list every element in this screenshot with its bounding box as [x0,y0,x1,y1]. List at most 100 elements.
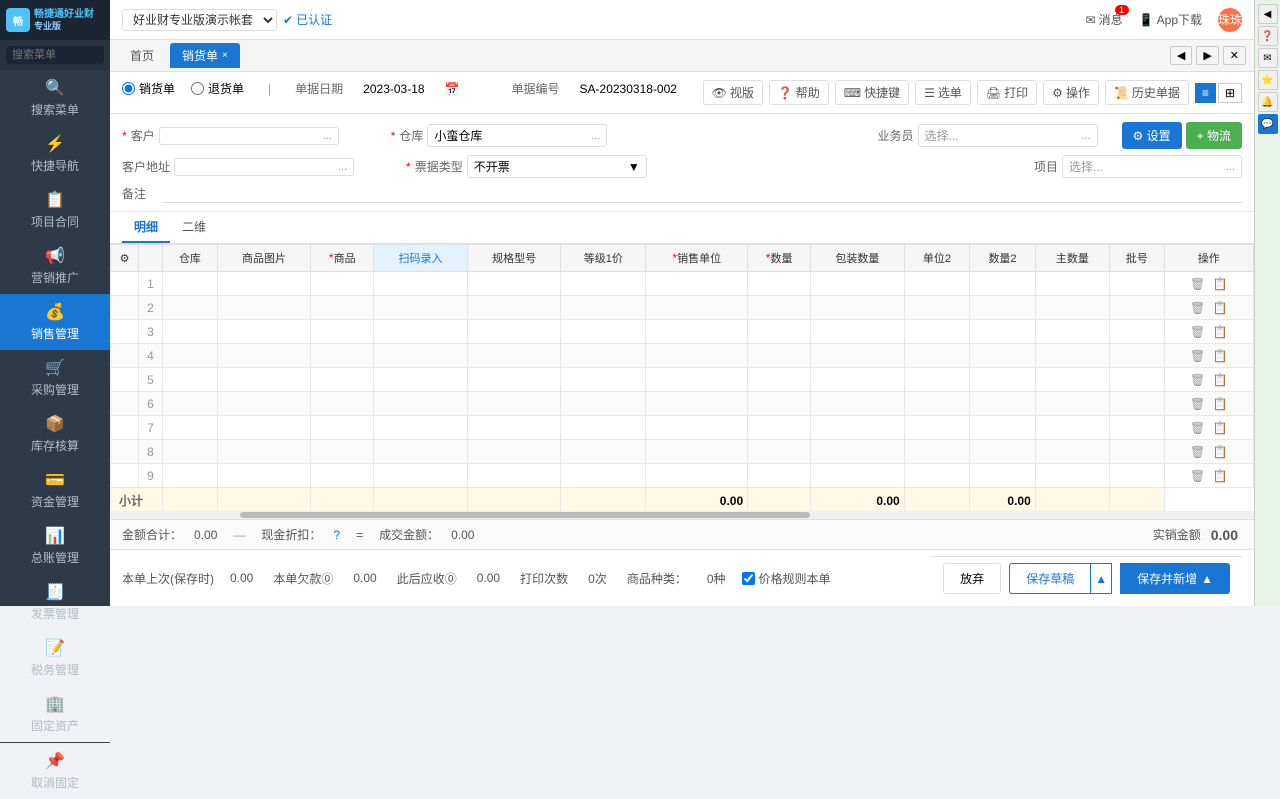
sidebar-item-fixed-assets[interactable]: 🏢 固定资产 [0,686,110,742]
col-settings[interactable]: ⚙ [111,245,139,272]
row-main-qty-1[interactable] [1035,272,1109,296]
row-product-9[interactable] [311,464,374,488]
col-warehouse[interactable]: 仓库 [163,245,218,272]
sidebar-item-finance[interactable]: 💳 资金管理 [0,462,110,518]
row-warehouse-9[interactable] [163,464,218,488]
row-delete-icon-4[interactable]: 🗑 [1190,349,1205,363]
sidebar-item-cancel-fixed[interactable]: 📌 取消固定 [0,743,110,799]
tab-next-btn[interactable]: ▶ [1196,46,1218,65]
row-spec-3[interactable] [467,320,561,344]
row-main-qty-4[interactable] [1035,344,1109,368]
user-avatar-btn[interactable]: 珠珠 [1218,8,1242,32]
row-batch-4[interactable] [1109,344,1164,368]
scrollbar-thumb[interactable] [240,512,810,518]
row-copy-icon-3[interactable]: 📋 [1213,325,1228,339]
shortcut-btn[interactable]: ⌨ 快捷键 [835,80,909,105]
sales-order-radio[interactable] [122,82,135,95]
row-qty2-4[interactable] [970,344,1036,368]
row-pack-qty-2[interactable] [811,296,905,320]
row-qty-2[interactable] [748,296,811,320]
row-unit-3[interactable] [646,320,748,344]
sidebar-item-invoice[interactable]: 🧾 发票管理 [0,574,110,630]
col-pack-qty[interactable]: 包装数量 [811,245,905,272]
right-panel-help-btn[interactable]: ❓ [1258,26,1278,46]
save-draft-btn[interactable]: 保存草稿 [1009,563,1091,594]
sidebar-item-search[interactable]: 🔍 搜索菜单 [0,70,110,126]
row-price-7[interactable] [561,416,646,440]
tab-prev-btn[interactable]: ◀ [1170,46,1192,65]
sidebar-item-sales[interactable]: 💰 销售管理 [0,294,110,350]
row-unit2-3[interactable] [904,320,970,344]
row-unit-6[interactable] [646,392,748,416]
row-unit-7[interactable] [646,416,748,440]
row-product-image-8[interactable] [217,440,311,464]
col-main-qty[interactable]: 主数量 [1035,245,1109,272]
history-btn[interactable]: 📜 历史单据 [1105,80,1189,105]
row-copy-icon-7[interactable]: 📋 [1213,421,1228,435]
row-price-2[interactable] [561,296,646,320]
row-qty2-5[interactable] [970,368,1036,392]
row-delete-icon-9[interactable]: 🗑 [1190,469,1205,483]
return-order-radio[interactable] [191,82,204,95]
col-spec[interactable]: 规格型号 [467,245,561,272]
save-draft-arrow-btn[interactable]: ▲ [1091,563,1112,594]
row-unit2-2[interactable] [904,296,970,320]
sales-order-radio-label[interactable]: 销货单 [122,80,175,97]
select-btn[interactable]: ☰ 选单 [915,80,971,105]
invoice-type-select[interactable]: 不开票 ▼ [467,155,647,178]
row-unit2-4[interactable] [904,344,970,368]
row-product-image-6[interactable] [217,392,311,416]
row-copy-icon-4[interactable]: 📋 [1213,349,1228,363]
row-qty-8[interactable] [748,440,811,464]
row-warehouse-6[interactable] [163,392,218,416]
row-batch-7[interactable] [1109,416,1164,440]
row-main-qty-9[interactable] [1035,464,1109,488]
row-copy-icon-8[interactable]: 📋 [1213,445,1228,459]
sidebar-item-project[interactable]: 📋 项目合同 [0,182,110,238]
row-delete-icon-8[interactable]: 🗑 [1190,445,1205,459]
row-warehouse-3[interactable] [163,320,218,344]
sidebar-item-marketing[interactable]: 📢 营销推广 [0,238,110,294]
row-main-qty-2[interactable] [1035,296,1109,320]
address-input[interactable]: ... [174,158,354,176]
tab-2d[interactable]: 二维 [170,212,218,243]
company-select[interactable]: 好业财专业版演示帐套 [122,9,277,31]
row-copy-icon-6[interactable]: 📋 [1213,397,1228,411]
col-batch[interactable]: 批号 [1109,245,1164,272]
row-qty2-6[interactable] [970,392,1036,416]
row-batch-1[interactable] [1109,272,1164,296]
row-unit-4[interactable] [646,344,748,368]
add-logistics-btn[interactable]: + 物流 [1186,122,1242,149]
row-unit2-1[interactable] [904,272,970,296]
warehouse-ellipsis-btn[interactable]: ... [591,130,600,142]
messages-btn[interactable]: ✉ 消息 1 [1086,11,1123,28]
row-main-qty-8[interactable] [1035,440,1109,464]
row-barcode-4[interactable] [374,344,468,368]
row-spec-8[interactable] [467,440,561,464]
price-check-label[interactable]: 价格规则本单 [742,570,831,587]
col-qty[interactable]: *数量 [748,245,811,272]
row-delete-icon-5[interactable]: 🗑 [1190,373,1205,387]
row-qty-1[interactable] [748,272,811,296]
row-pack-qty-3[interactable] [811,320,905,344]
abandon-btn[interactable]: 放弃 [943,563,1001,594]
row-warehouse-5[interactable] [163,368,218,392]
row-unit2-9[interactable] [904,464,970,488]
row-batch-6[interactable] [1109,392,1164,416]
calendar-icon[interactable]: 📅 [445,82,460,96]
sidebar-item-quick-nav[interactable]: ⚡ 快捷导航 [0,126,110,182]
row-qty-7[interactable] [748,416,811,440]
row-pack-qty-9[interactable] [811,464,905,488]
row-price-3[interactable] [561,320,646,344]
list-view-btn[interactable]: ≡ [1195,83,1216,103]
row-spec-6[interactable] [467,392,561,416]
row-product-image-5[interactable] [217,368,311,392]
search-input[interactable] [6,46,104,64]
row-qty2-2[interactable] [970,296,1036,320]
row-batch-9[interactable] [1109,464,1164,488]
row-spec-7[interactable] [467,416,561,440]
row-barcode-5[interactable] [374,368,468,392]
salesperson-input[interactable]: 选择... ... [918,124,1098,147]
row-barcode-3[interactable] [374,320,468,344]
row-price-4[interactable] [561,344,646,368]
